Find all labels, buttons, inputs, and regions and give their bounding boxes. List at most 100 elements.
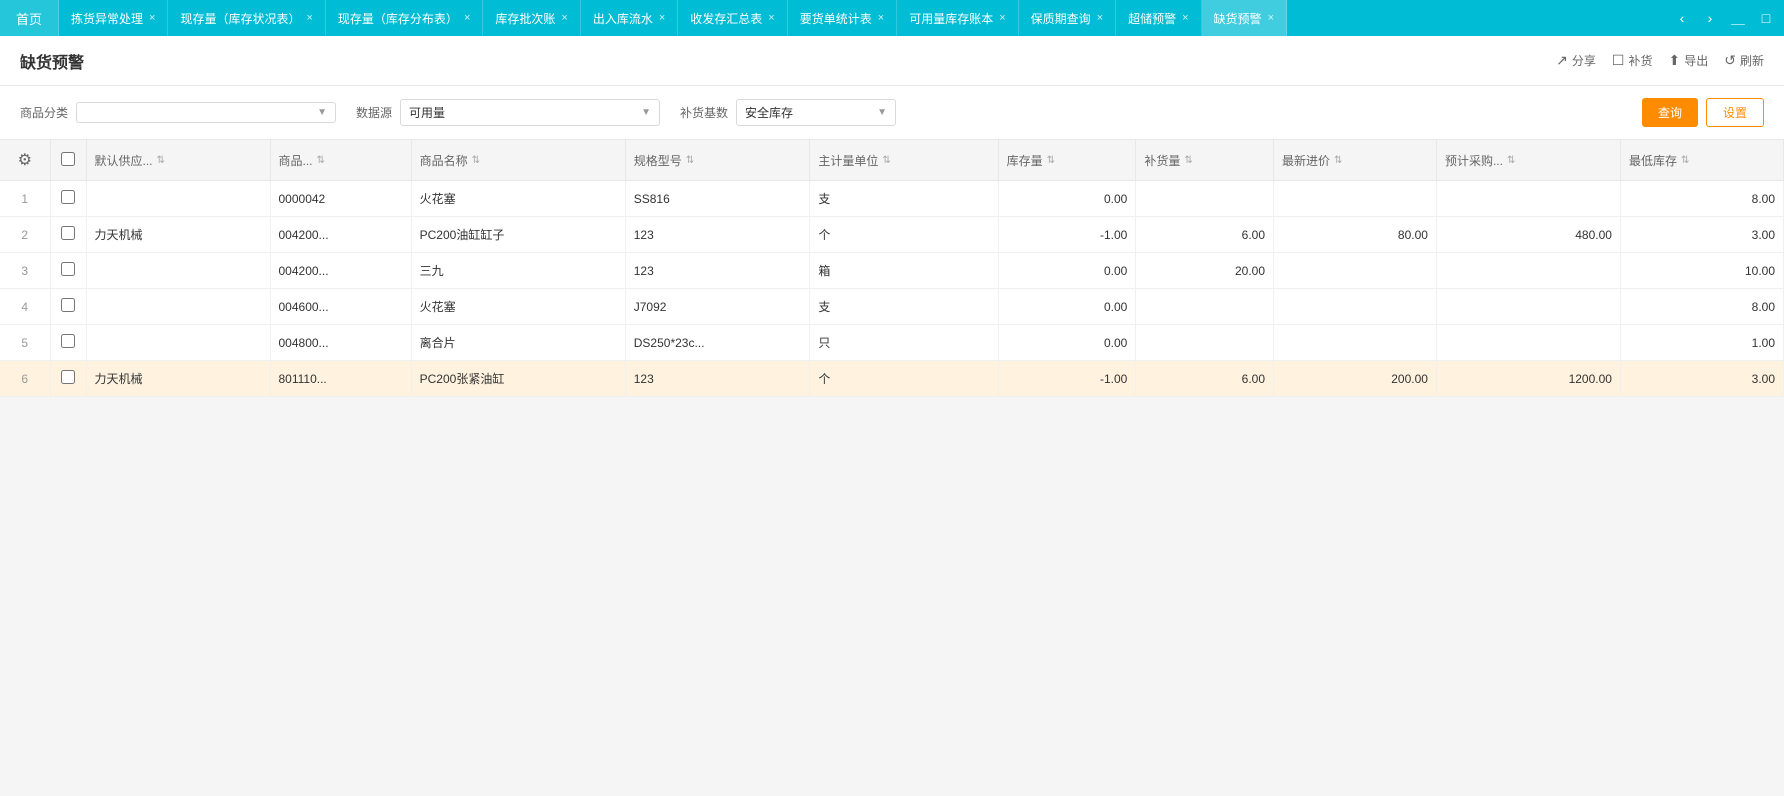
page-title: 缺货预警: [20, 49, 84, 73]
cell-spec: DS250*23c...: [625, 325, 810, 361]
table-row: 4 004600... 火花塞 J7092 支 0.00 8.00: [0, 289, 1784, 325]
nav-tab-batch[interactable]: 库存批次账 ×: [483, 0, 580, 36]
cell-stock-qty: -1.00: [998, 217, 1136, 253]
sort-min-stock-icon[interactable]: ⇅: [1681, 155, 1689, 166]
cell-seq: 3: [0, 253, 50, 289]
nav-tab-inventory-dist[interactable]: 现存量（库存分布表） ×: [326, 0, 483, 36]
cell-est-purchase: [1436, 289, 1620, 325]
nav-tab-shortage[interactable]: 缺货预警 ×: [1202, 0, 1287, 36]
nav-prev-button[interactable]: ‹: [1668, 4, 1696, 32]
row-checkbox-2[interactable]: [61, 262, 75, 276]
row-checkbox-5[interactable]: [61, 370, 75, 384]
close-tab-inventory-dist[interactable]: ×: [464, 12, 470, 24]
main-content: ⚙ 默认供应... ⇅ 商品... ⇅: [0, 140, 1784, 397]
page-header: 缺货预警 ↗ 分享 ☐ 补货 ⬆ 导出 ↺ 刷新: [0, 36, 1784, 86]
close-tab-shortage[interactable]: ×: [1268, 12, 1274, 24]
sort-product-code-icon[interactable]: ⇅: [317, 155, 325, 166]
query-button[interactable]: 查询: [1642, 98, 1698, 127]
cell-checkbox[interactable]: [50, 361, 86, 397]
cell-min-stock: 10.00: [1620, 253, 1783, 289]
close-tab-overstock[interactable]: ×: [1182, 12, 1188, 24]
category-select[interactable]: ▼: [76, 102, 336, 123]
column-settings-icon[interactable]: ⚙: [8, 150, 42, 170]
replenish-button[interactable]: ☐ 补货: [1612, 52, 1653, 69]
nav-tab-inventory-status[interactable]: 现存量（库存状况表） ×: [168, 0, 325, 36]
datasource-select-text: 可用量: [409, 104, 445, 121]
close-tab-batch[interactable]: ×: [561, 12, 567, 24]
sort-default-supplier-icon[interactable]: ⇅: [157, 155, 165, 166]
cell-default-supplier: [86, 253, 270, 289]
cell-latest-price: [1274, 253, 1437, 289]
cell-checkbox[interactable]: [50, 217, 86, 253]
nav-minimize-button[interactable]: ＿: [1724, 4, 1752, 32]
sort-replenish-qty-icon[interactable]: ⇅: [1184, 155, 1192, 166]
table-row: 3 004200... 三九 123 箱 0.00 20.00 10.00: [0, 253, 1784, 289]
nav-maximize-button[interactable]: □: [1752, 4, 1780, 32]
cell-product-name: 三九: [411, 253, 625, 289]
cell-product-code: 004200...: [270, 217, 411, 253]
cell-unit: 支: [810, 181, 998, 217]
close-tab-inout-flow[interactable]: ×: [659, 12, 665, 24]
close-tab-expiry[interactable]: ×: [1097, 12, 1103, 24]
cell-replenish-qty: 6.00: [1136, 217, 1274, 253]
nav-tab-order-stats[interactable]: 要货单统计表 ×: [788, 0, 897, 36]
nav-tab-home[interactable]: 首页: [0, 0, 59, 36]
sort-stock-qty-icon[interactable]: ⇅: [1047, 155, 1055, 166]
cell-checkbox[interactable]: [50, 289, 86, 325]
replenish-icon: ☐: [1612, 52, 1625, 69]
cell-min-stock: 8.00: [1620, 181, 1783, 217]
share-icon: ↗: [1556, 52, 1568, 69]
row-checkbox-1[interactable]: [61, 226, 75, 240]
cell-est-purchase: [1436, 253, 1620, 289]
cell-spec: 123: [625, 253, 810, 289]
datasource-select[interactable]: 可用量 ▼: [400, 99, 660, 126]
sort-unit-icon[interactable]: ⇅: [882, 155, 890, 166]
close-tab-receive-summary[interactable]: ×: [768, 12, 774, 24]
cell-checkbox[interactable]: [50, 181, 86, 217]
sort-latest-price-icon[interactable]: ⇅: [1334, 155, 1342, 166]
cell-min-stock: 3.00: [1620, 361, 1783, 397]
row-checkbox-3[interactable]: [61, 298, 75, 312]
close-tab-order-stats[interactable]: ×: [878, 12, 884, 24]
sort-spec-icon[interactable]: ⇅: [686, 155, 694, 166]
sort-product-name-icon[interactable]: ⇅: [472, 155, 480, 166]
th-replenish-qty: 补货量 ⇅: [1136, 140, 1274, 181]
cell-default-supplier: [86, 289, 270, 325]
settings-button[interactable]: 设置: [1706, 98, 1764, 127]
close-tab-available-ledger[interactable]: ×: [999, 12, 1005, 24]
cell-est-purchase: 1200.00: [1436, 361, 1620, 397]
nav-tab-exception[interactable]: 拣货异常处理 ×: [59, 0, 168, 36]
close-tab-exception[interactable]: ×: [149, 12, 155, 24]
cell-checkbox[interactable]: [50, 253, 86, 289]
select-all-checkbox[interactable]: [61, 152, 75, 166]
nav-tab-expiry[interactable]: 保质期查询 ×: [1019, 0, 1116, 36]
refresh-button[interactable]: ↺ 刷新: [1724, 52, 1764, 69]
filter-bar: 商品分类 ▼ 数据源 可用量 ▼ 补货基数 安全库存 ▼ 查询 设置: [0, 86, 1784, 140]
cell-min-stock: 1.00: [1620, 325, 1783, 361]
filter-datasource: 数据源 可用量 ▼: [356, 99, 660, 126]
row-checkbox-0[interactable]: [61, 190, 75, 204]
cell-spec: J7092: [625, 289, 810, 325]
cell-unit: 个: [810, 361, 998, 397]
sort-est-purchase-icon[interactable]: ⇅: [1507, 155, 1515, 166]
data-table: ⚙ 默认供应... ⇅ 商品... ⇅: [0, 140, 1784, 397]
nav-tab-receive-summary[interactable]: 收发存汇总表 ×: [678, 0, 787, 36]
cell-checkbox[interactable]: [50, 325, 86, 361]
nav-tab-available-ledger[interactable]: 可用量库存账本 ×: [897, 0, 1018, 36]
cell-stock-qty: 0.00: [998, 289, 1136, 325]
row-checkbox-4[interactable]: [61, 334, 75, 348]
cell-product-code: 0000042: [270, 181, 411, 217]
cell-product-name: PC200油缸缸子: [411, 217, 625, 253]
close-tab-inventory-status[interactable]: ×: [306, 12, 312, 24]
cell-replenish-qty: [1136, 325, 1274, 361]
th-spec: 规格型号 ⇅: [625, 140, 810, 181]
cell-latest-price: [1274, 289, 1437, 325]
nav-tab-overstock[interactable]: 超储预警 ×: [1116, 0, 1201, 36]
nav-tab-inout-flow[interactable]: 出入库流水 ×: [581, 0, 678, 36]
th-gear: ⚙: [0, 140, 50, 181]
replenish-base-select[interactable]: 安全库存 ▼: [736, 99, 896, 126]
nav-next-button[interactable]: ›: [1696, 4, 1724, 32]
cell-product-name: 火花塞: [411, 289, 625, 325]
share-button[interactable]: ↗ 分享: [1556, 52, 1596, 69]
export-button[interactable]: ⬆ 导出: [1669, 52, 1709, 69]
